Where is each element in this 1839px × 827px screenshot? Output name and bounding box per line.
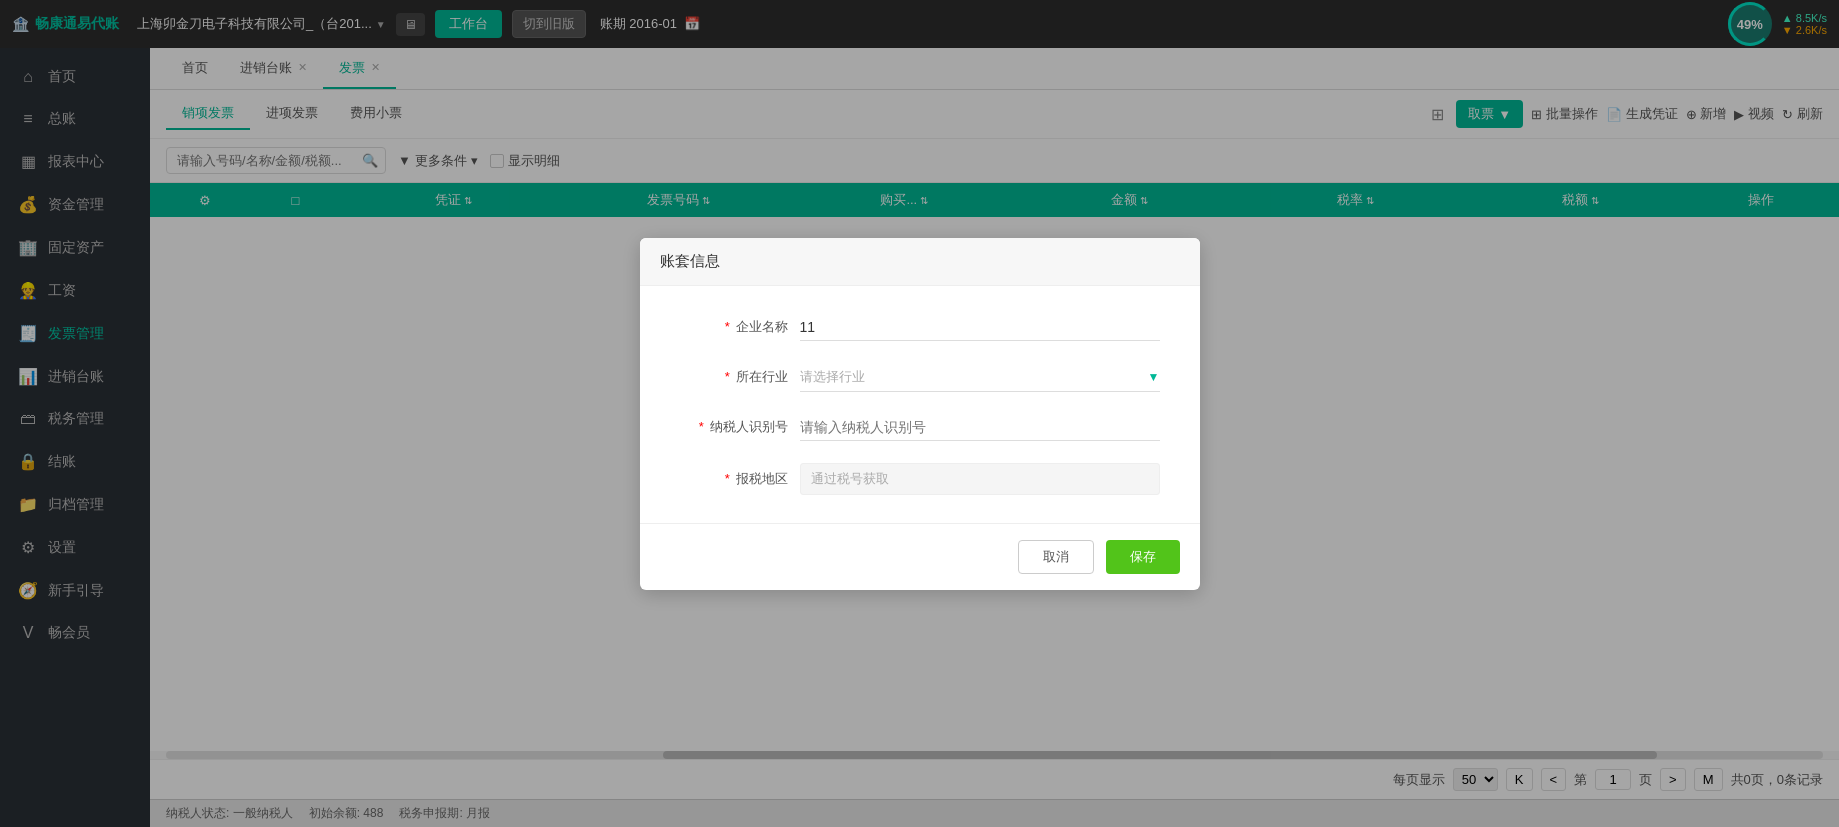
save-button[interactable]: 保存 — [1106, 540, 1180, 574]
label-taxid: * 纳税人识别号 — [680, 418, 800, 436]
form-row-company: * 企业名称 — [680, 314, 1160, 341]
select-industry[interactable]: 请选择行业 ▼ — [800, 363, 1160, 392]
label-taxregion: * 报税地区 — [680, 470, 800, 488]
form-row-taxregion: * 报税地区 通过税号获取 — [680, 463, 1160, 495]
taxregion-disabled: 通过税号获取 — [800, 463, 1160, 495]
label-industry: * 所在行业 — [680, 368, 800, 386]
modal-body: * 企业名称 * 所在行业 请选择行业 ▼ * 纳 — [640, 286, 1200, 523]
modal-overlay[interactable]: 账套信息 * 企业名称 * 所在行业 请选择行业 ▼ — [0, 0, 1839, 827]
industry-dropdown-arrow: ▼ — [1148, 370, 1160, 384]
input-taxid[interactable] — [800, 414, 1160, 441]
input-company[interactable] — [800, 314, 1160, 341]
cancel-button[interactable]: 取消 — [1018, 540, 1094, 574]
label-company: * 企业名称 — [680, 318, 800, 336]
account-info-modal: 账套信息 * 企业名称 * 所在行业 请选择行业 ▼ — [640, 238, 1200, 590]
modal-footer: 取消 保存 — [640, 523, 1200, 590]
modal-title: 账套信息 — [640, 238, 1200, 286]
form-row-taxid: * 纳税人识别号 — [680, 414, 1160, 441]
form-row-industry: * 所在行业 请选择行业 ▼ — [680, 363, 1160, 392]
